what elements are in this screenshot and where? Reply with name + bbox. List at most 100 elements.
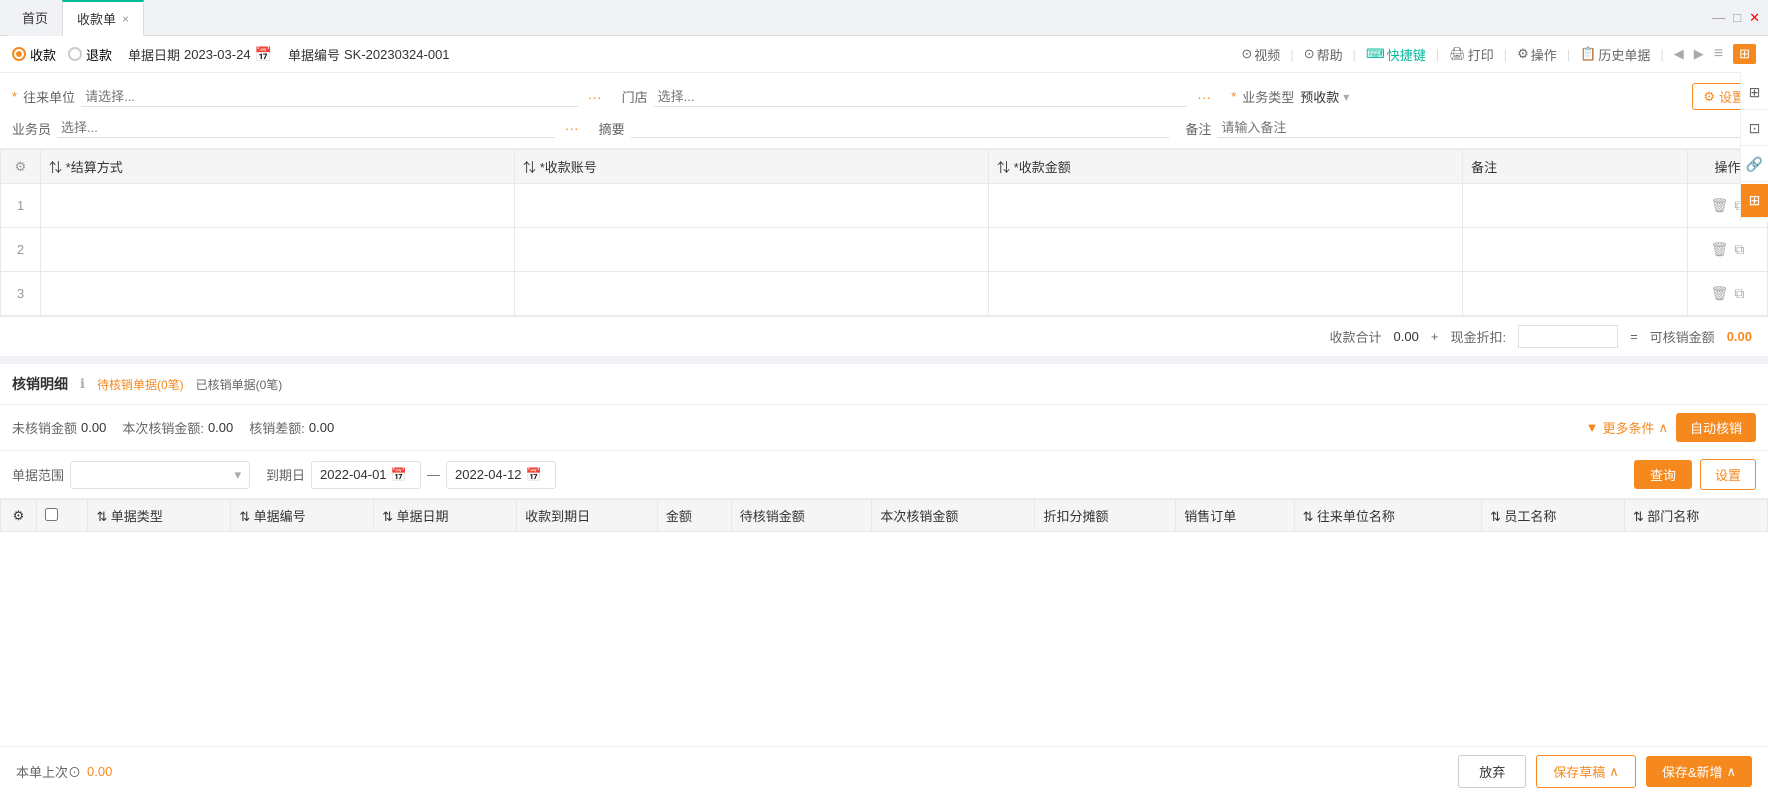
staff-more-btn[interactable]: ··· bbox=[561, 120, 583, 136]
row-2-settlement[interactable] bbox=[41, 228, 515, 272]
tab-current[interactable]: 收款单 × bbox=[62, 0, 144, 36]
select-all-checkbox[interactable] bbox=[45, 508, 58, 521]
th-settlement: ⇅ *结算方式 bbox=[41, 150, 515, 184]
due-date-field: 到期日 2022-04-01 📅 — 2022-04-12 📅 bbox=[266, 461, 556, 489]
writeoff-title: 核销明细 bbox=[12, 374, 68, 394]
video-btn[interactable]: ⊙ 视频 bbox=[1241, 45, 1280, 64]
row-1-delete-icon[interactable]: 🗑 bbox=[1711, 197, 1729, 214]
doc-no-label: 单据编号 bbox=[288, 45, 340, 64]
amount-sort[interactable]: ⇅ bbox=[997, 160, 1010, 175]
row-3-delete-icon[interactable]: 🗑 bbox=[1711, 285, 1729, 302]
tab-home[interactable]: 首页 bbox=[8, 0, 62, 36]
store-input[interactable] bbox=[654, 87, 1188, 107]
done-tab[interactable]: 已核销单据(0笔) bbox=[196, 376, 283, 393]
row-2-remark[interactable] bbox=[1463, 228, 1688, 272]
staff-input[interactable] bbox=[57, 118, 555, 138]
remark-label: 备注 bbox=[1185, 119, 1211, 138]
dept-sort[interactable]: ⇅ bbox=[1633, 509, 1644, 524]
row-3-account[interactable] bbox=[515, 272, 989, 316]
biz-type-select[interactable]: 预收款 ▾ bbox=[1300, 87, 1420, 106]
query-btn[interactable]: 查询 bbox=[1634, 460, 1692, 489]
partner-sort[interactable]: ⇅ bbox=[1303, 509, 1314, 524]
radio-refund-dot bbox=[68, 47, 82, 61]
doc-type-sort[interactable]: ⇅ bbox=[96, 509, 107, 524]
discount-input[interactable] bbox=[1518, 325, 1618, 348]
date-to-value: 2022-04-12 bbox=[455, 467, 522, 482]
remark-input[interactable] bbox=[1217, 118, 1756, 138]
help-btn[interactable]: ⊙ 帮助 bbox=[1304, 45, 1343, 64]
date-to-input[interactable]: 2022-04-12 📅 bbox=[446, 461, 556, 489]
operation-btn[interactable]: ⚙ 操作 bbox=[1517, 45, 1557, 64]
tab-close-icon[interactable]: × bbox=[122, 12, 129, 26]
row-2-delete-icon[interactable]: 🗑 bbox=[1711, 241, 1729, 258]
radio-refund[interactable]: 退款 bbox=[68, 45, 112, 64]
row-3-remark[interactable] bbox=[1463, 272, 1688, 316]
account-sort[interactable]: ⇅ bbox=[523, 160, 536, 175]
date-from-input[interactable]: 2022-04-01 📅 bbox=[311, 461, 421, 489]
shortcut-btn[interactable]: ⌨ 快捷键 bbox=[1366, 45, 1426, 64]
window-controls: — □ ✕ bbox=[1712, 10, 1760, 26]
payment-type-group: 收款 退款 bbox=[12, 45, 112, 64]
th-remark: 备注 bbox=[1463, 150, 1688, 184]
next-btn[interactable]: ▶ bbox=[1694, 46, 1704, 62]
calendar-icon[interactable]: 📅 bbox=[255, 46, 272, 63]
table-gear-icon[interactable]: ⚙ bbox=[15, 159, 27, 174]
row-1-remark[interactable] bbox=[1463, 184, 1688, 228]
grid-view-btn[interactable]: ⊞ bbox=[1733, 44, 1756, 64]
filter-settings-btn[interactable]: 设置 bbox=[1700, 459, 1756, 490]
prev-btn[interactable]: ◀ bbox=[1674, 46, 1684, 62]
filter-right: ▼ 更多条件 ∧ 自动核销 bbox=[1586, 413, 1756, 442]
range-select[interactable]: ▾ bbox=[70, 461, 250, 489]
row-1-amount[interactable] bbox=[989, 184, 1463, 228]
print-btn[interactable]: 🖨 打印 bbox=[1449, 45, 1494, 64]
row-2-copy-icon[interactable]: ⧉ bbox=[1734, 241, 1744, 258]
history-btn[interactable]: 📋 历史单据 bbox=[1580, 45, 1650, 64]
range-label: 单据范围 bbox=[12, 465, 64, 484]
summary-row: 收款合计 0.00 + 现金折扣: = 可核销金额 0.00 bbox=[0, 316, 1768, 356]
biz-type-label: 业务类型 bbox=[1242, 87, 1294, 106]
th-amount: 金额 bbox=[657, 500, 731, 532]
sidebar-icon-3[interactable]: 🔗 bbox=[1741, 148, 1768, 182]
pending-tab[interactable]: 待核销单据(0笔) bbox=[97, 376, 184, 393]
th-gear[interactable]: ⚙ bbox=[1, 150, 41, 184]
remark-field: 备注 bbox=[1185, 118, 1756, 138]
more-filter-btn[interactable]: ▼ 更多条件 ∧ bbox=[1586, 418, 1668, 437]
auto-writeoff-btn[interactable]: 自动核销 bbox=[1676, 413, 1756, 442]
row-1-account[interactable] bbox=[515, 184, 989, 228]
row-2-account[interactable] bbox=[515, 228, 989, 272]
writeoff-info-icon[interactable]: ℹ bbox=[80, 376, 85, 392]
partner-input[interactable] bbox=[81, 87, 578, 107]
save-draft-button[interactable]: 保存草稿 ∧ bbox=[1536, 755, 1636, 788]
doc-no-sort[interactable]: ⇅ bbox=[239, 509, 250, 524]
minimize-btn[interactable]: — bbox=[1712, 10, 1725, 25]
writeoff-header: 核销明细 ℹ 待核销单据(0笔) 已核销单据(0笔) bbox=[0, 364, 1768, 405]
close-btn[interactable]: ✕ bbox=[1749, 10, 1760, 26]
settlement-sort[interactable]: ⇅ bbox=[49, 160, 62, 175]
doc-date-sort[interactable]: ⇅ bbox=[382, 509, 393, 524]
store-more-btn[interactable]: ··· bbox=[1193, 89, 1215, 105]
plus-sign: + bbox=[1431, 329, 1439, 344]
radio-collect[interactable]: 收款 bbox=[12, 45, 56, 64]
radio-refund-label: 退款 bbox=[86, 45, 112, 64]
partner-more-btn[interactable]: ··· bbox=[584, 89, 606, 105]
row-2-amount[interactable] bbox=[989, 228, 1463, 272]
sidebar-icon-1[interactable]: ⊞ bbox=[1741, 76, 1768, 110]
save-new-button[interactable]: 保存&新增 ∧ bbox=[1646, 756, 1752, 787]
abandon-button[interactable]: 放弃 bbox=[1458, 755, 1526, 788]
sidebar-icon-2[interactable]: ⊡ bbox=[1741, 112, 1768, 146]
unverified-value: 0.00 bbox=[81, 420, 106, 435]
form-section: * 往来单位 ··· 门店 ··· * 业务类型 预收款 ▾ ⚙ bbox=[0, 73, 1768, 149]
staff-field: 业务员 ··· bbox=[12, 118, 583, 138]
sidebar-icon-4[interactable]: ⊞ bbox=[1741, 184, 1768, 218]
summary-input[interactable] bbox=[631, 118, 1170, 138]
diff-value: 0.00 bbox=[309, 420, 334, 435]
table-gear-2-icon[interactable]: ⚙ bbox=[13, 508, 25, 523]
row-3-amount[interactable] bbox=[989, 272, 1463, 316]
staff-sort[interactable]: ⇅ bbox=[1490, 509, 1501, 524]
row-3-copy-icon[interactable]: ⧉ bbox=[1734, 285, 1744, 302]
maximize-btn[interactable]: □ bbox=[1733, 10, 1741, 25]
th-staff-name: ⇅ 员工名称 bbox=[1482, 500, 1625, 532]
list-view-btn[interactable]: ≡ bbox=[1714, 45, 1723, 63]
row-3-settlement[interactable] bbox=[41, 272, 515, 316]
row-1-settlement[interactable] bbox=[41, 184, 515, 228]
